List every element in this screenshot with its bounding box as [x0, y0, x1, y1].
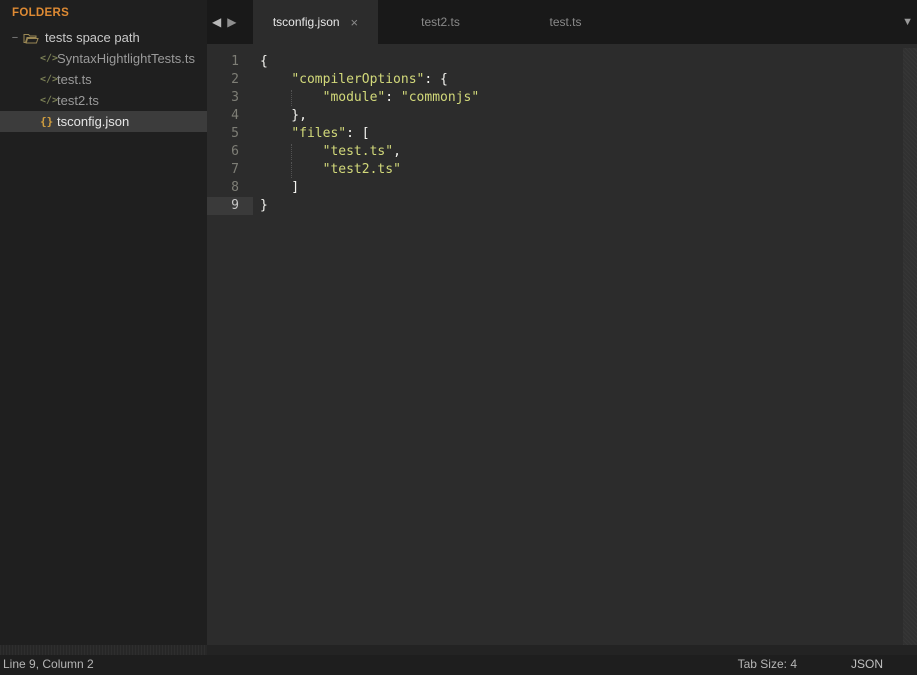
code-text: "files": [	[253, 125, 370, 143]
sidebar: FOLDERS − tests space path <∕> SyntaxHig…	[0, 0, 207, 645]
line-number: 3	[207, 89, 253, 107]
code-text: {	[253, 53, 268, 71]
sidebar-hscrollbar[interactable]	[0, 645, 207, 655]
tab-label: test.ts	[549, 15, 581, 29]
ts-file-icon: <∕>	[40, 53, 57, 64]
file-label: tsconfig.json	[57, 114, 129, 129]
line-number: 8	[207, 179, 253, 197]
indent-guide	[291, 90, 292, 106]
sidebar-file-item[interactable]: {} tsconfig.json	[0, 111, 207, 132]
nav-forward-icon[interactable]: ▶	[227, 15, 236, 29]
code-text: },	[253, 107, 307, 125]
editor-hscrollbar[interactable]	[207, 645, 917, 655]
nav-back-icon[interactable]: ◀	[212, 15, 221, 29]
code-line[interactable]: 3 "module": "commonjs"	[207, 89, 917, 107]
cursor-position: Line 9, Column 2	[3, 657, 94, 671]
code-line[interactable]: 2 "compilerOptions": {	[207, 71, 917, 89]
code-text: }	[253, 197, 268, 215]
code-text: "test2.ts"	[253, 161, 401, 179]
code-line[interactable]: 6 "test.ts",	[207, 143, 917, 161]
syntax-indicator[interactable]: JSON	[851, 657, 883, 671]
editor-vscrollbar[interactable]	[903, 48, 917, 645]
code-text: "module": "commonjs"	[253, 89, 479, 107]
code-text: "test.ts",	[253, 143, 401, 161]
ts-file-icon: <∕>	[40, 74, 57, 85]
file-label: test.ts	[57, 72, 92, 87]
tab-test.ts[interactable]: test.ts	[503, 0, 628, 44]
tab-size-indicator[interactable]: Tab Size: 4	[738, 657, 797, 671]
main-area: ◀ ▶ tsconfig.json × test2.ts test.ts ▼ 1…	[207, 0, 917, 675]
line-number: 4	[207, 107, 253, 125]
sidebar-folder-root[interactable]: − tests space path	[0, 27, 207, 48]
editor-window: FOLDERS − tests space path <∕> SyntaxHig…	[0, 0, 917, 675]
sidebar-file-item[interactable]: <∕> SyntaxHightlightTests.ts	[0, 48, 207, 69]
code-editor[interactable]: 1 { 2 "compilerOptions": { 3 "module": "…	[207, 44, 917, 645]
line-number: 9	[207, 197, 253, 215]
open-folder-icon	[23, 32, 39, 44]
code-line[interactable]: 4 },	[207, 107, 917, 125]
tabs: tsconfig.json × test2.ts test.ts	[253, 0, 628, 44]
close-icon[interactable]: ×	[351, 16, 359, 29]
code-text: "compilerOptions": {	[253, 71, 448, 89]
code-line[interactable]: 9 }	[207, 197, 917, 215]
tab-bar: ◀ ▶ tsconfig.json × test2.ts test.ts ▼	[207, 0, 917, 44]
indent-guide	[291, 162, 292, 178]
file-label: SyntaxHightlightTests.ts	[57, 51, 195, 66]
tab-label: test2.ts	[421, 15, 460, 29]
status-bar: Line 9, Column 2 Tab Size: 4 JSON	[0, 655, 917, 675]
tab-tsconfig.json[interactable]: tsconfig.json ×	[253, 0, 378, 44]
line-number: 2	[207, 71, 253, 89]
sidebar-file-item[interactable]: <∕> test.ts	[0, 69, 207, 90]
line-number: 6	[207, 143, 253, 161]
line-number: 5	[207, 125, 253, 143]
code-line[interactable]: 8 ]	[207, 179, 917, 197]
tab-test2.ts[interactable]: test2.ts	[378, 0, 503, 44]
indent-guide	[291, 144, 292, 160]
ts-file-icon: <∕>	[40, 95, 57, 106]
tab-label: tsconfig.json	[273, 15, 340, 29]
line-number: 7	[207, 161, 253, 179]
collapse-icon[interactable]: −	[8, 32, 22, 44]
folders-header: FOLDERS	[12, 7, 69, 19]
code-line[interactable]: 1 {	[207, 53, 917, 71]
braces-icon: {}	[40, 115, 57, 128]
sidebar-file-item[interactable]: <∕> test2.ts	[0, 90, 207, 111]
line-number: 1	[207, 53, 253, 71]
file-label: test2.ts	[57, 93, 99, 108]
tab-overflow-icon[interactable]: ▼	[902, 0, 913, 44]
folder-label: tests space path	[45, 30, 140, 45]
tab-nav-arrows: ◀ ▶	[212, 0, 236, 44]
code-line[interactable]: 7 "test2.ts"	[207, 161, 917, 179]
code-text: ]	[253, 179, 299, 197]
code-line[interactable]: 5 "files": [	[207, 125, 917, 143]
